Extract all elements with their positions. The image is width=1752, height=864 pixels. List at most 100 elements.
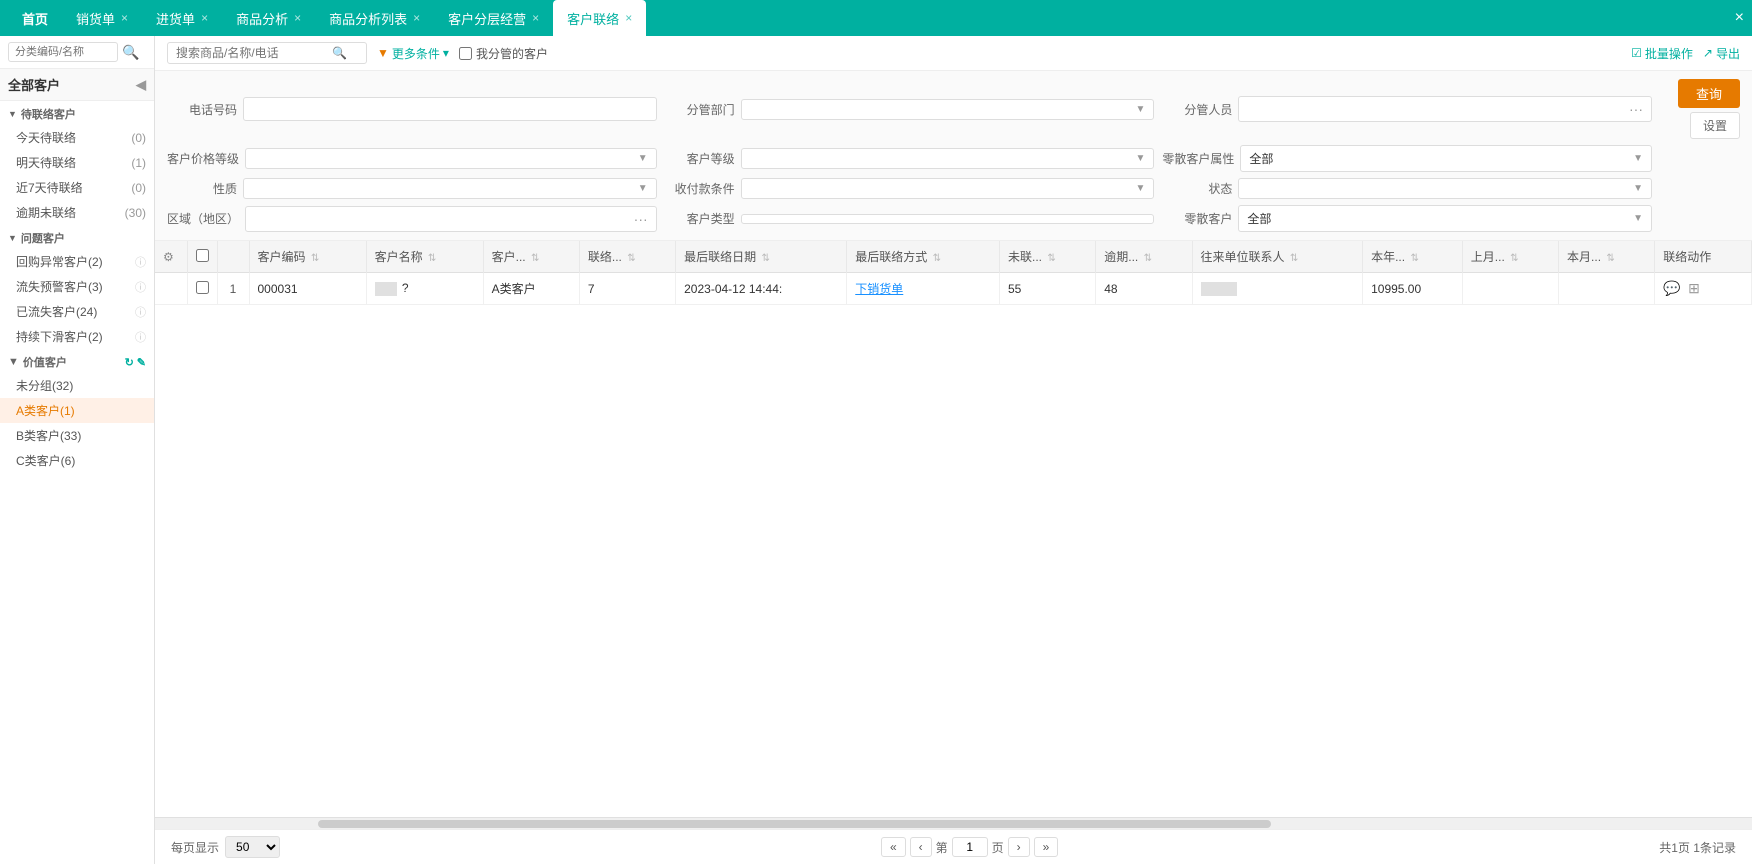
value-section-icons[interactable]: ↻ ✎ (125, 356, 146, 369)
col-this-month[interactable]: 本月... ⇅ (1559, 241, 1655, 273)
col-contact[interactable]: 联络... ⇅ (579, 241, 675, 273)
sidebar-item-overdue[interactable]: 逾期未联络 (30) (0, 200, 154, 225)
row-checkbox[interactable] (196, 281, 209, 294)
person-select[interactable]: ··· (1238, 96, 1652, 122)
sidebar-item-class-a[interactable]: A类客户(1) (0, 398, 154, 423)
col-last-method[interactable]: 最后联络方式 ⇅ (847, 241, 1000, 273)
nav-sales[interactable]: 销货单 × (62, 0, 142, 36)
nav-product-analysis[interactable]: 商品分析 × (222, 0, 315, 36)
batch-op-btn[interactable]: ☑ 批量操作 (1631, 45, 1693, 62)
sort-this-month-icon[interactable]: ⇅ (1606, 253, 1614, 264)
sidebar-all-customers[interactable]: 全部客户 ◀ (0, 69, 154, 101)
first-page-btn[interactable]: « (881, 837, 906, 857)
next-page-btn[interactable]: › (1008, 837, 1030, 857)
last-page-btn[interactable]: » (1034, 837, 1059, 857)
payment-select[interactable]: ▼ (741, 178, 1155, 199)
chat-icon[interactable]: 💬 (1663, 280, 1680, 296)
my-customers-filter[interactable]: 我分管的客户 (459, 45, 548, 62)
region-dots-icon[interactable]: ··· (634, 211, 648, 227)
retail-attr-select[interactable]: 全部 ▼ (1240, 145, 1652, 172)
nav-close-product-analysis-list[interactable]: × (413, 11, 420, 25)
sidebar-item-churned[interactable]: 已流失客户(24) ⓘ (0, 299, 154, 324)
nav-close-sales[interactable]: × (121, 11, 128, 25)
sidebar-item-class-b[interactable]: B类客户(33) (0, 423, 154, 448)
sidebar-item-unclassified[interactable]: 未分组(32) (0, 373, 154, 398)
page-size-select[interactable]: 50 100 200 (225, 836, 280, 858)
sort-overdue-icon[interactable]: ⇅ (1144, 253, 1152, 264)
sort-last-month-icon[interactable]: ⇅ (1510, 253, 1518, 264)
nav-close-product-analysis[interactable]: × (294, 11, 301, 25)
sidebar-item-today[interactable]: 今天待联络 (0) (0, 125, 154, 150)
nav-product-analysis-list[interactable]: 商品分析列表 × (315, 0, 434, 36)
select-all-checkbox[interactable] (196, 249, 209, 262)
row-name: ? (366, 273, 483, 305)
horizontal-scrollbar[interactable] (155, 817, 1752, 829)
prev-page-btn[interactable]: ‹ (910, 837, 932, 857)
sort-contact-icon[interactable]: ⇅ (627, 253, 635, 264)
settings-icon[interactable]: ⚙ (163, 250, 174, 264)
status-select[interactable]: ▼ (1238, 178, 1652, 199)
col-unit-contact[interactable]: 往来单位联系人 ⇅ (1192, 241, 1363, 273)
col-type[interactable]: 客户... ⇅ (483, 241, 579, 273)
filter-search-icon[interactable]: 🔍 (332, 46, 347, 60)
col-not-linked[interactable]: 未联... ⇅ (1000, 241, 1096, 273)
sidebar-item-7days[interactable]: 近7天待联络 (0) (0, 175, 154, 200)
sort-method-icon[interactable]: ⇅ (933, 253, 941, 264)
retail-customer-select[interactable]: 全部 ▼ (1238, 205, 1652, 232)
value-refresh-icon[interactable]: ↻ (125, 356, 134, 369)
person-dots-icon[interactable]: ··· (1629, 101, 1643, 117)
phone-input[interactable] (243, 97, 657, 121)
sort-name-icon[interactable]: ⇅ (428, 253, 436, 264)
sidebar-item-class-c[interactable]: C类客户(6) (0, 448, 154, 473)
sidebar-collapse-icons[interactable]: ◀ (136, 77, 146, 93)
nav-home[interactable]: 首页 (8, 0, 62, 36)
sidebar-item-tomorrow[interactable]: 明天待联络 (1) (0, 150, 154, 175)
nav-customer-tier[interactable]: 客户分层经营 × (434, 0, 553, 36)
sidebar-search-input[interactable] (8, 42, 118, 62)
customer-grade-select[interactable]: ▼ (741, 148, 1155, 169)
page-number-input[interactable] (952, 837, 988, 857)
col-name[interactable]: 客户名称 ⇅ (366, 241, 483, 273)
scrollbar-thumb[interactable] (318, 820, 1271, 828)
sidebar-search-icon[interactable]: 🔍 (122, 44, 139, 61)
nav-customer-contact[interactable]: 客户联络 × (553, 0, 646, 36)
nav-purchase[interactable]: 进货单 × (142, 0, 222, 36)
my-customers-checkbox[interactable] (459, 47, 472, 60)
customer-type-select[interactable] (741, 214, 1155, 224)
top-nav: 首页 销货单 × 进货单 × 商品分析 × 商品分析列表 × 客户分层经营 × … (0, 0, 1752, 36)
sort-date-icon[interactable]: ⇅ (761, 253, 769, 264)
query-button[interactable]: 查询 (1678, 79, 1740, 108)
col-this-year[interactable]: 本年... ⇅ (1363, 241, 1463, 273)
sort-code-icon[interactable]: ⇅ (311, 253, 319, 264)
sort-notlinked-icon[interactable]: ⇅ (1047, 253, 1055, 264)
sort-type-icon[interactable]: ⇅ (531, 253, 539, 264)
sort-unit-icon[interactable]: ⇅ (1290, 253, 1298, 264)
qr-icon[interactable]: ⊞ (1688, 280, 1700, 296)
sidebar-item-churn-warning[interactable]: 流失预警客户(3) ⓘ (0, 274, 154, 299)
settings-button[interactable]: 设置 (1690, 112, 1740, 139)
sort-year-icon[interactable]: ⇅ (1410, 253, 1418, 264)
sidebar-collapse-icon[interactable]: ◀ (136, 77, 146, 93)
export-btn[interactable]: ↗ 导出 (1703, 45, 1740, 62)
filter-row-1: 电话号码 分管部门 ▼ 分管人员 ··· (167, 79, 1740, 139)
col-last-month[interactable]: 上月... ⇅ (1462, 241, 1558, 273)
filter-search-input[interactable] (176, 46, 326, 60)
nav-close-customer-tier[interactable]: × (532, 11, 539, 25)
last-method-link[interactable]: 下销货单 (855, 282, 903, 296)
col-overdue[interactable]: 逾期... ⇅ (1096, 241, 1192, 273)
col-last-date[interactable]: 最后联络日期 ⇅ (676, 241, 847, 273)
value-edit-icon[interactable]: ✎ (137, 356, 146, 369)
price-grade-select[interactable]: ▼ (245, 148, 657, 169)
nav-close-all[interactable]: × (1735, 9, 1744, 27)
dept-select[interactable]: ▼ (741, 99, 1155, 120)
nav-close-purchase[interactable]: × (201, 11, 208, 25)
nature-select[interactable]: ▼ (243, 178, 657, 199)
nav-close-customer-contact[interactable]: × (625, 11, 632, 25)
col-settings[interactable]: ⚙ (155, 241, 187, 273)
sidebar-item-repurchase-anomaly[interactable]: 回购异常客户(2) ⓘ (0, 249, 154, 274)
region-select[interactable]: ··· (245, 206, 657, 232)
status-label: 状态 (1162, 180, 1232, 197)
sidebar-item-declining[interactable]: 持续下滑客户(2) ⓘ (0, 324, 154, 349)
filter-more-btn[interactable]: ▼ 更多条件 ▾ (377, 45, 449, 62)
col-code[interactable]: 客户编码 ⇅ (249, 241, 366, 273)
